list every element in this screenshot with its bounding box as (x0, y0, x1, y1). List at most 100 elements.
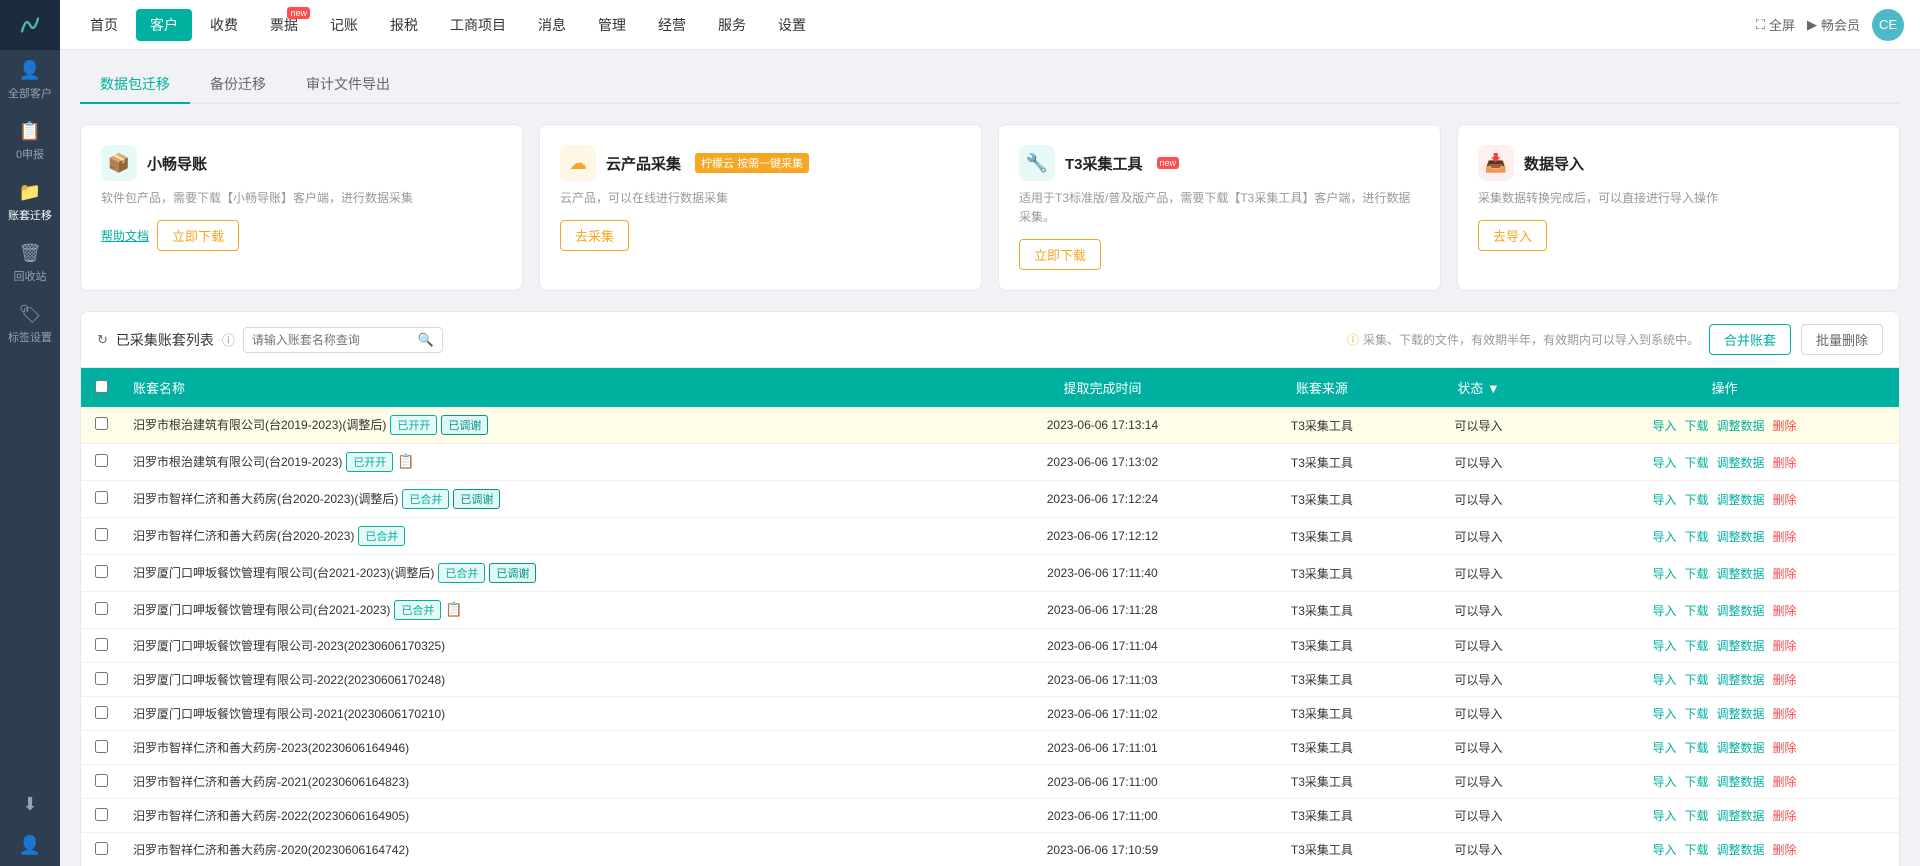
action-调整数据[interactable]: 调整数据 (1716, 530, 1764, 544)
action-调整数据[interactable]: 调整数据 (1716, 673, 1764, 687)
col-status[interactable]: 状态 ▼ (1407, 368, 1550, 407)
action-导入[interactable]: 导入 (1652, 639, 1676, 653)
help-icon[interactable]: ⓘ (222, 330, 235, 349)
row-checkbox[interactable] (95, 638, 108, 651)
row-checkbox[interactable] (95, 491, 108, 504)
go-collect-btn[interactable]: 去采集 (560, 220, 629, 251)
action-调整数据[interactable]: 调整数据 (1716, 639, 1764, 653)
help-doc-btn[interactable]: 帮助文档 (101, 220, 149, 251)
row-checkbox[interactable] (95, 454, 108, 467)
action-导入[interactable]: 导入 (1652, 530, 1676, 544)
nav-clients[interactable]: 客户 (136, 9, 192, 41)
row-checkbox[interactable] (95, 528, 108, 541)
action-删除[interactable]: 删除 (1772, 456, 1796, 470)
action-调整数据[interactable]: 调整数据 (1716, 741, 1764, 755)
nav-invoice[interactable]: 票据 new (256, 9, 312, 41)
row-checkbox[interactable] (95, 565, 108, 578)
action-下载[interactable]: 下载 (1684, 419, 1708, 433)
row-checkbox[interactable] (95, 602, 108, 615)
action-导入[interactable]: 导入 (1652, 843, 1676, 857)
action-调整数据[interactable]: 调整数据 (1716, 493, 1764, 507)
sidebar-item-recycle[interactable]: 🗑 回收站 (0, 233, 60, 294)
search-icon[interactable]: 🔍 (418, 332, 434, 348)
row-checkbox[interactable] (95, 706, 108, 719)
action-下载[interactable]: 下载 (1684, 639, 1708, 653)
go-import-btn[interactable]: 去导入 (1478, 220, 1547, 251)
nav-settings[interactable]: 设置 (764, 9, 820, 41)
row-checkbox[interactable] (95, 740, 108, 753)
sidebar-item-user-bottom[interactable]: 👤 (0, 825, 60, 866)
sidebar-item-zero-report[interactable]: 📋 0申报 (0, 111, 60, 172)
action-下载[interactable]: 下载 (1684, 809, 1708, 823)
action-导入[interactable]: 导入 (1652, 775, 1676, 789)
tab-backup-migration[interactable]: 备份迁移 (190, 66, 286, 104)
tab-data-migration[interactable]: 数据包迁移 (80, 66, 190, 104)
t3-download-btn[interactable]: 立即下载 (1019, 239, 1101, 270)
action-删除[interactable]: 删除 (1772, 604, 1796, 618)
action-调整数据[interactable]: 调整数据 (1716, 456, 1764, 470)
batch-delete-btn[interactable]: 批量删除 (1801, 324, 1883, 355)
refresh-icon[interactable]: ↻ (97, 332, 108, 348)
nav-bookkeeping[interactable]: 记账 (316, 9, 372, 41)
download-now-btn[interactable]: 立即下载 (157, 220, 239, 251)
sidebar-item-download[interactable]: ⬇ (0, 784, 60, 825)
action-删除[interactable]: 删除 (1772, 809, 1796, 823)
row-checkbox[interactable] (95, 774, 108, 787)
row-icon[interactable]: 📋 (397, 453, 414, 469)
action-删除[interactable]: 删除 (1772, 530, 1796, 544)
nav-management[interactable]: 管理 (584, 9, 640, 41)
nav-messages[interactable]: 消息 (524, 9, 580, 41)
action-下载[interactable]: 下载 (1684, 741, 1708, 755)
action-删除[interactable]: 删除 (1772, 775, 1796, 789)
action-导入[interactable]: 导入 (1652, 419, 1676, 433)
action-删除[interactable]: 删除 (1772, 419, 1796, 433)
action-导入[interactable]: 导入 (1652, 493, 1676, 507)
avatar[interactable]: CE (1872, 9, 1904, 41)
nav-operations[interactable]: 经营 (644, 9, 700, 41)
action-导入[interactable]: 导入 (1652, 604, 1676, 618)
action-删除[interactable]: 删除 (1772, 673, 1796, 687)
action-导入[interactable]: 导入 (1652, 456, 1676, 470)
action-删除[interactable]: 删除 (1772, 707, 1796, 721)
app-logo[interactable] (0, 0, 60, 50)
row-checkbox[interactable] (95, 808, 108, 821)
tab-audit-export[interactable]: 审计文件导出 (286, 66, 410, 104)
nav-service[interactable]: 服务 (704, 9, 760, 41)
action-调整数据[interactable]: 调整数据 (1716, 809, 1764, 823)
row-checkbox[interactable] (95, 417, 108, 430)
action-删除[interactable]: 删除 (1772, 567, 1796, 581)
action-下载[interactable]: 下载 (1684, 843, 1708, 857)
action-下载[interactable]: 下载 (1684, 530, 1708, 544)
action-删除[interactable]: 删除 (1772, 843, 1796, 857)
action-删除[interactable]: 删除 (1772, 639, 1796, 653)
action-下载[interactable]: 下载 (1684, 567, 1708, 581)
action-下载[interactable]: 下载 (1684, 493, 1708, 507)
action-导入[interactable]: 导入 (1652, 809, 1676, 823)
action-导入[interactable]: 导入 (1652, 673, 1676, 687)
vip-btn[interactable]: ▶ 畅会员 (1807, 15, 1860, 34)
action-下载[interactable]: 下载 (1684, 707, 1708, 721)
merge-btn[interactable]: 合并账套 (1709, 324, 1791, 355)
action-导入[interactable]: 导入 (1652, 567, 1676, 581)
action-调整数据[interactable]: 调整数据 (1716, 707, 1764, 721)
nav-tax[interactable]: 报税 (376, 9, 432, 41)
action-下载[interactable]: 下载 (1684, 775, 1708, 789)
action-下载[interactable]: 下载 (1684, 604, 1708, 618)
action-调整数据[interactable]: 调整数据 (1716, 775, 1764, 789)
row-checkbox[interactable] (95, 842, 108, 855)
nav-business[interactable]: 工商项目 (436, 9, 520, 41)
action-删除[interactable]: 删除 (1772, 741, 1796, 755)
nav-home[interactable]: 首页 (76, 9, 132, 41)
action-调整数据[interactable]: 调整数据 (1716, 567, 1764, 581)
row-checkbox[interactable] (95, 672, 108, 685)
action-调整数据[interactable]: 调整数据 (1716, 843, 1764, 857)
action-导入[interactable]: 导入 (1652, 741, 1676, 755)
sidebar-item-tag-settings[interactable]: 🏷 标签设置 (0, 294, 60, 355)
select-all-checkbox[interactable] (95, 380, 108, 393)
fullscreen-btn[interactable]: ⛶ 全屏 (1756, 15, 1795, 34)
action-导入[interactable]: 导入 (1652, 707, 1676, 721)
action-删除[interactable]: 删除 (1772, 493, 1796, 507)
sidebar-item-account-migration[interactable]: 📁 账套迁移 (0, 172, 60, 233)
action-下载[interactable]: 下载 (1684, 673, 1708, 687)
nav-billing[interactable]: 收费 (196, 9, 252, 41)
